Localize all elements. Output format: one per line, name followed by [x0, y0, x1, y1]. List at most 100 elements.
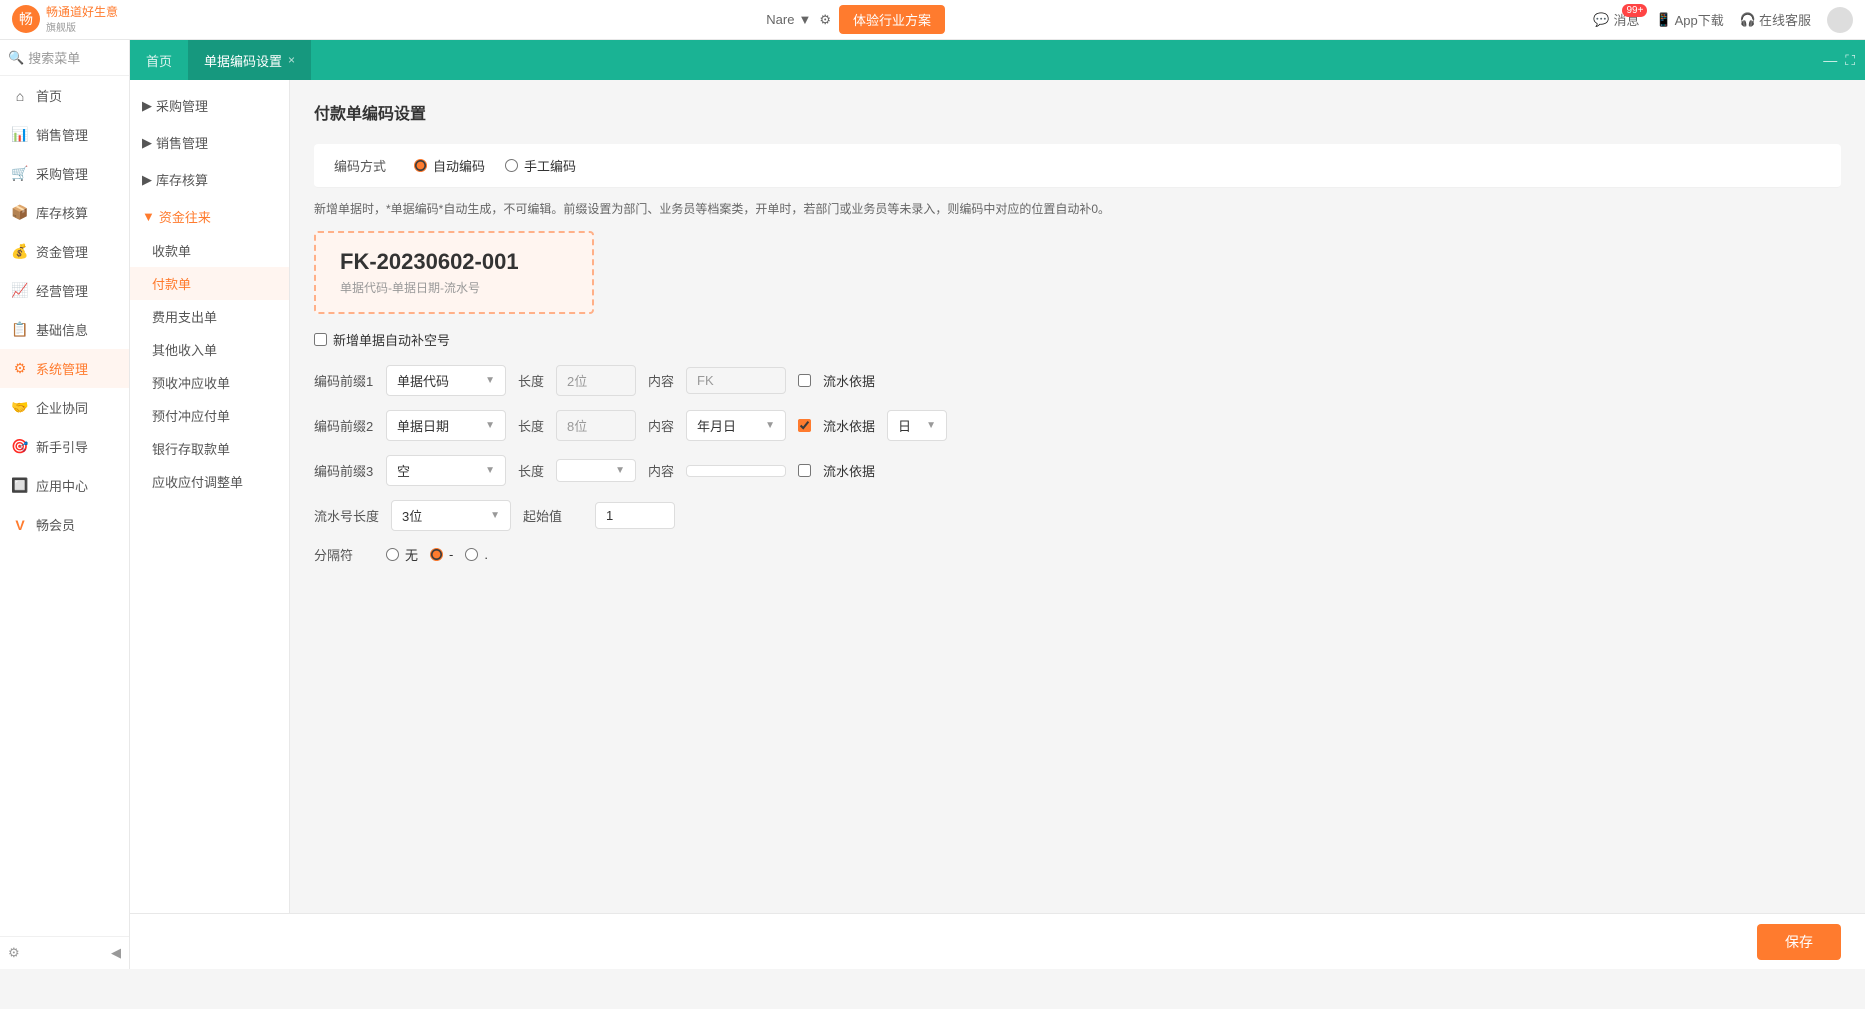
sidebar-item-enterprise[interactable]: 🤝 企业协同 [0, 388, 129, 427]
sub-menu-header-purchase[interactable]: ▶ 采购管理 [130, 88, 289, 123]
footer-settings-icon[interactable]: ⚙ [8, 945, 20, 961]
sidebar-item-member[interactable]: V 畅会员 [0, 505, 129, 544]
info-text: 新增单据时，*单据编码*自动生成，不可编辑。前缀设置为部门、业务员等档案类，开单… [314, 200, 1841, 219]
prefix2-serial-unit-value: 日 [898, 416, 911, 435]
tab-bar-actions: — ⛶ [1823, 52, 1865, 69]
sidebar-item-basic[interactable]: 📋 基础信息 [0, 310, 129, 349]
capital-icon: 💰 [12, 244, 28, 260]
sidebar-item-label: 库存核算 [36, 203, 88, 222]
auto-fill-label: 新增单据自动补空号 [333, 330, 450, 349]
prefix3-select[interactable]: 空 ▼ [386, 455, 506, 486]
prefix2-serial-unit-select[interactable]: 日 ▼ [887, 410, 947, 441]
sidebar-item-sales[interactable]: 📊 销售管理 [0, 115, 129, 154]
sub-menu-item-prepay-payment[interactable]: 预付冲应付单 [130, 399, 289, 432]
sub-menu-header-sales[interactable]: ▶ 销售管理 [130, 125, 289, 160]
settings-icon[interactable]: ⚙ [819, 12, 831, 28]
sub-menu-arrow-inventory: ▶ [142, 172, 152, 188]
auto-encoding-input[interactable] [414, 159, 427, 172]
sub-menu-header-capital[interactable]: ▼ 资金往来 [130, 199, 289, 234]
prefix3-content-input[interactable] [686, 465, 786, 477]
separator-dot-input[interactable] [465, 548, 478, 561]
sub-menu-item-payment[interactable]: 付款单 [130, 267, 289, 300]
trial-button[interactable]: 体验行业方案 [839, 5, 945, 34]
tab-close-icon[interactable]: × [288, 53, 295, 67]
separator-dash-input[interactable] [430, 548, 443, 561]
sidebar-item-purchase[interactable]: 🛒 采购管理 [0, 154, 129, 193]
logo-sub: 旗舰版 [46, 19, 118, 34]
sidebar-item-home[interactable]: ⌂ 首页 [0, 76, 129, 115]
sub-menu-item-income[interactable]: 其他收入单 [130, 333, 289, 366]
message-badge: 99+ [1622, 4, 1647, 17]
prefix3-length-select[interactable]: ▼ [556, 459, 636, 482]
separator-dash-radio[interactable]: - [430, 547, 453, 562]
sub-menu-arrow-capital: ▼ [142, 209, 155, 224]
sub-menu-header-inventory[interactable]: ▶ 库存核算 [130, 162, 289, 197]
separator-none-input[interactable] [386, 548, 399, 561]
sub-menu-group-sales: ▶ 销售管理 [130, 125, 289, 160]
sidebar-item-guide[interactable]: 🎯 新手引导 [0, 427, 129, 466]
prefix2-select[interactable]: 单据日期 ▼ [386, 410, 506, 441]
sidebar-item-apps[interactable]: 🔲 应用中心 [0, 466, 129, 505]
user-avatar[interactable] [1827, 7, 1853, 33]
sub-menu-item-receipt[interactable]: 收款单 [130, 234, 289, 267]
bottom-bar: 保存 [130, 913, 1865, 969]
sub-menu-item-adjustment[interactable]: 应收应付调整单 [130, 465, 289, 498]
separator-dash-label: - [449, 547, 453, 562]
prefix1-select[interactable]: 单据代码 ▼ [386, 365, 506, 396]
prefix1-serial-checkbox[interactable] [798, 374, 811, 387]
operation-icon: 📈 [12, 283, 28, 299]
window-minimize-icon[interactable]: — [1823, 52, 1837, 68]
prefix3-length-arrow: ▼ [615, 465, 625, 476]
nav-dropdown[interactable]: Nare ▼ [766, 12, 811, 27]
prefix2-serial-checkbox[interactable] [798, 419, 811, 432]
chevron-down-icon: ▼ [798, 12, 811, 27]
prefix3-content-label: 内容 [648, 461, 674, 480]
serial-length-arrow: ▼ [490, 510, 500, 521]
sidebar-item-label: 新手引导 [36, 437, 88, 456]
search-menu[interactable]: 🔍 搜索菜单 [0, 40, 129, 76]
sidebar-item-operation[interactable]: 📈 经营管理 [0, 271, 129, 310]
save-button[interactable]: 保存 [1757, 924, 1841, 960]
tab-home[interactable]: 首页 [130, 40, 188, 80]
service-label: 在线客服 [1759, 10, 1811, 29]
auto-encoding-radio[interactable]: 自动编码 [414, 156, 485, 175]
sub-menu-item-expense[interactable]: 费用支出单 [130, 300, 289, 333]
app-download-button[interactable]: 📱 App下载 [1655, 10, 1723, 29]
sidebar-item-label: 经营管理 [36, 281, 88, 300]
separator-none-radio[interactable]: 无 [386, 545, 418, 564]
separator-row: 分隔符 无 - . [314, 545, 1841, 564]
window-maximize-icon[interactable]: ⛶ [1845, 52, 1855, 69]
sidebar-item-inventory[interactable]: 📦 库存核算 [0, 193, 129, 232]
sub-menu-arrow-purchase: ▶ [142, 98, 152, 114]
footer-collapse-icon[interactable]: ◀ [111, 945, 121, 961]
prefix2-content-select[interactable]: 年月日 ▼ [686, 410, 786, 441]
prefix3-label: 编码前缀3 [314, 461, 374, 480]
prefix1-length-input: 2位 [556, 365, 636, 396]
sub-menu-item-prepay-receipt[interactable]: 预收冲应收单 [130, 366, 289, 399]
auto-fill-checkbox[interactable] [314, 333, 327, 346]
sidebar-item-system[interactable]: ⚙ 系统管理 [0, 349, 129, 388]
prefix1-label: 编码前缀1 [314, 371, 374, 390]
prefix3-serial-checkbox[interactable] [798, 464, 811, 477]
prefix1-length-value: 2位 [567, 374, 587, 389]
start-value-input[interactable]: 1 [595, 502, 675, 529]
serial-length-select[interactable]: 3位 ▼ [391, 500, 511, 531]
sidebar-item-label: 首页 [36, 86, 62, 105]
tab-home-label: 首页 [146, 51, 172, 70]
logo-text-group: 畅通道好生意 旗舰版 [46, 5, 118, 34]
prefix3-row: 编码前缀3 空 ▼ 长度 ▼ 内容 流水依据 [314, 455, 1841, 486]
manual-encoding-label: 手工编码 [524, 156, 576, 175]
manual-encoding-radio[interactable]: 手工编码 [505, 156, 576, 175]
guide-icon: 🎯 [12, 439, 28, 455]
sales-icon: 📊 [12, 127, 28, 143]
sub-menu-item-bank-deposit[interactable]: 银行存取款单 [130, 432, 289, 465]
inventory-icon: 📦 [12, 205, 28, 221]
separator-dot-radio[interactable]: . [465, 547, 488, 562]
prefix3-arrow: ▼ [485, 465, 495, 476]
sidebar-item-capital[interactable]: 💰 资金管理 [0, 232, 129, 271]
sidebar-item-label: 销售管理 [36, 125, 88, 144]
message-button[interactable]: 💬 消息 99+ [1593, 10, 1639, 29]
online-service-button[interactable]: 🎧 在线客服 [1740, 10, 1811, 29]
tab-encoding-settings[interactable]: 单据编码设置 × [188, 40, 311, 80]
manual-encoding-input[interactable] [505, 159, 518, 172]
